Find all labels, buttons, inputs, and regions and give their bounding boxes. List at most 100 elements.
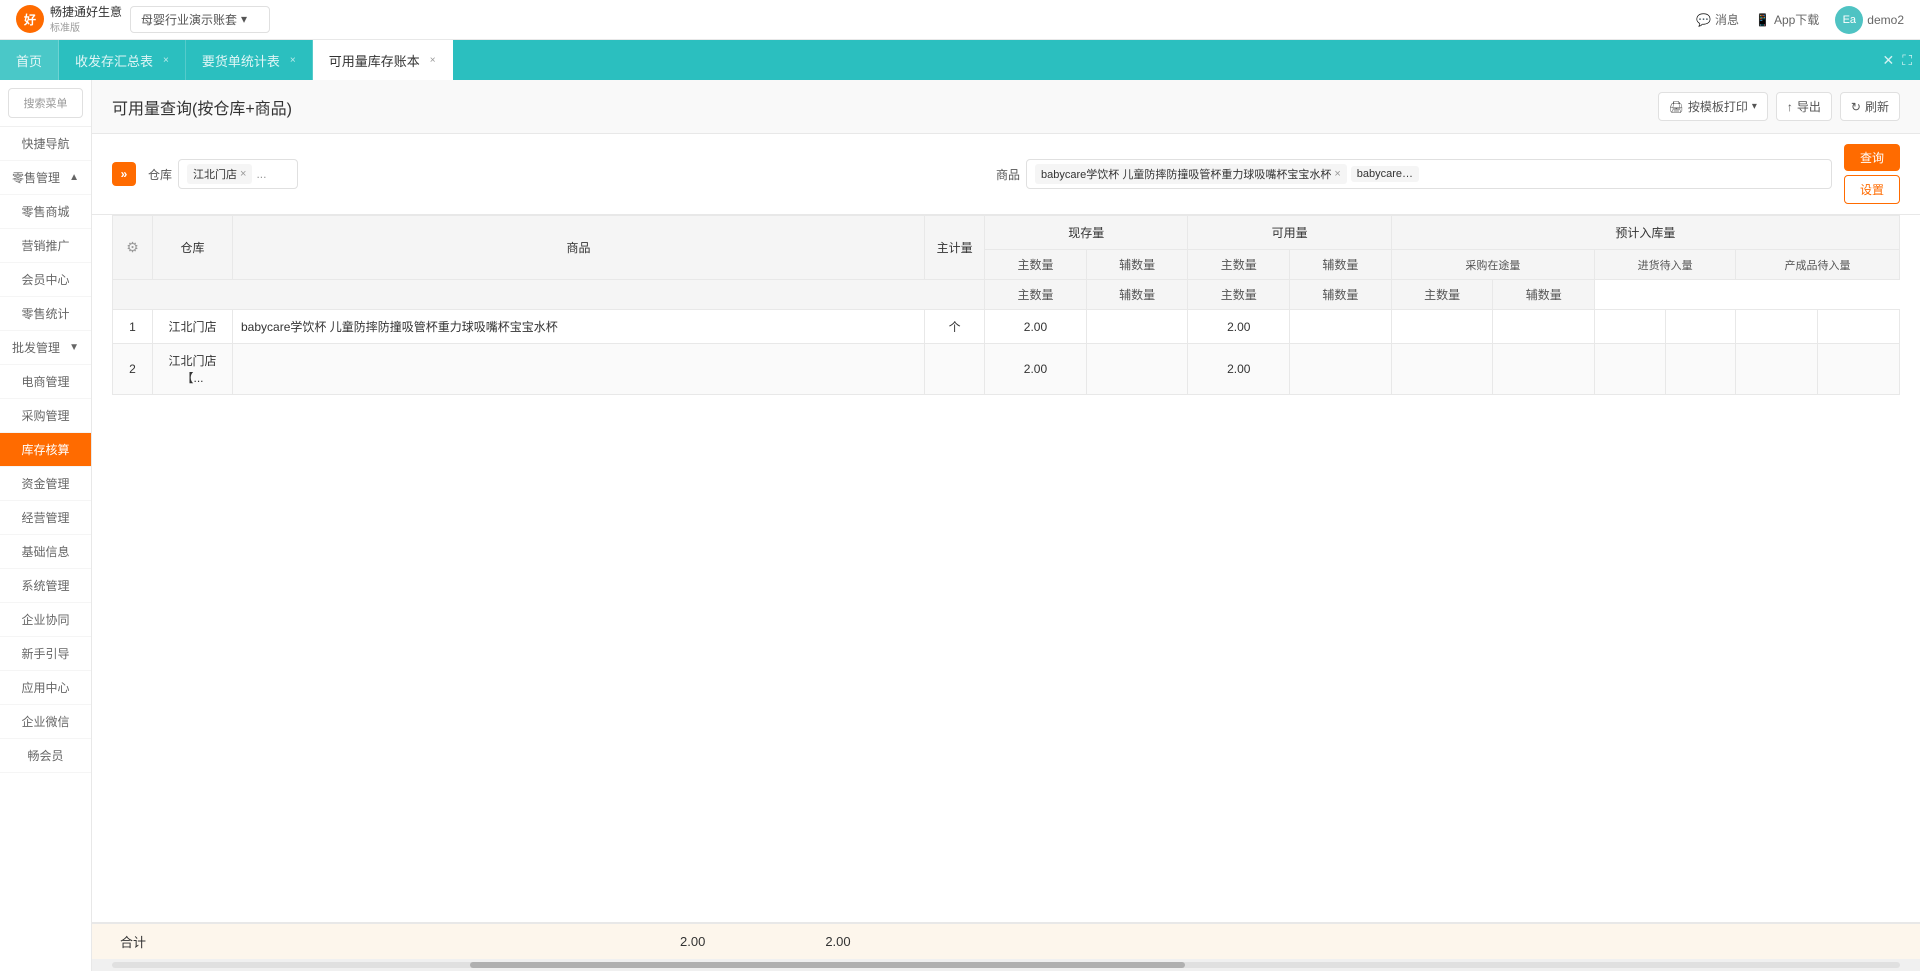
sidebar-item-库存核算[interactable]: 库存核算 [0, 433, 91, 467]
tab-spacer [453, 40, 1875, 80]
sidebar-item-采购管理[interactable]: 采购管理 [0, 399, 91, 433]
col-purchase-aux: 辅数量 [1086, 280, 1188, 310]
col-finished-main: 主数量 [1391, 280, 1493, 310]
footer-available-total: 2.00 [825, 934, 850, 949]
warehouse-tag: 江北门店 × [187, 164, 252, 184]
tab-close-0[interactable]: × [163, 55, 169, 66]
tab-要货单统计表[interactable]: 要货单统计表 × [186, 40, 313, 80]
maximize-icon[interactable]: ⛶ [1902, 52, 1912, 69]
cell-unit-2 [925, 344, 985, 395]
sidebar-item-企业协同[interactable]: 企业协同 [0, 603, 91, 637]
product-tag-1-text: babycare学饮杯 儿童防摔防撞吸管杯重力球吸嘴杯宝宝水杯 [1041, 166, 1331, 182]
expand-filter-btn[interactable]: » [112, 162, 136, 186]
sidebar-item-新手引导[interactable]: 新手引导 [0, 637, 91, 671]
chevron-icon-零售管理: ▲ [69, 172, 79, 183]
export-btn[interactable]: ↑ 导出 [1776, 92, 1832, 121]
warehouse-tag-text: 江北门店 [193, 166, 237, 182]
col-incoming-aux: 辅数量 [1290, 280, 1392, 310]
close-window-icon[interactable]: ✕ [1882, 52, 1894, 69]
cell-incoming-main-1 [1595, 310, 1666, 344]
col-warehouse-header: 仓库 [153, 216, 233, 280]
sidebar-item-零售商城[interactable]: 零售商城 [0, 195, 91, 229]
sidebar-label-电商管理: 电商管理 [21, 373, 69, 390]
message-action[interactable]: 💬 消息 [1696, 11, 1739, 28]
col-incoming-main: 主数量 [1188, 280, 1290, 310]
sidebar-item-经营管理[interactable]: 经营管理 [0, 501, 91, 535]
sidebar-label-会员中心: 会员中心 [21, 271, 69, 288]
sidebar-item-零售统计[interactable]: 零售统计 [0, 297, 91, 331]
logo-area[interactable]: 好 畅捷通好生意 标准版 [16, 5, 122, 34]
sidebar-item-企业微信[interactable]: 企业微信 [0, 705, 91, 739]
cell-purchase-main-1 [1391, 310, 1493, 344]
product-input[interactable]: babycare学饮杯 儿童防摔防撞吸管杯重力球吸嘴杯宝宝水杯 × babyca… [1026, 159, 1832, 189]
col-current-stock-header: 现存量 [985, 216, 1188, 250]
sidebar-label-零售管理: 零售管理 [12, 169, 60, 186]
refresh-btn[interactable]: ↻ 刷新 [1840, 92, 1900, 121]
refresh-icon: ↻ [1851, 100, 1861, 114]
avatar: Ea [1835, 6, 1863, 34]
sidebar-item-畅会员[interactable]: 畅会员 [0, 739, 91, 773]
sidebar-item-应用中心[interactable]: 应用中心 [0, 671, 91, 705]
sidebar-item-批发管理[interactable]: 批发管理 ▼ [0, 331, 91, 365]
cell-incoming-main-2 [1595, 344, 1666, 395]
sidebar-label-零售商城: 零售商城 [21, 203, 69, 220]
cell-finished-main-1 [1736, 310, 1818, 344]
cell-avail-main-1: 2.00 [1188, 310, 1290, 344]
sidebar-item-零售管理[interactable]: 零售管理 ▲ [0, 161, 91, 195]
sidebar-item-电商管理[interactable]: 电商管理 [0, 365, 91, 399]
action-buttons: 查询 设置 [1844, 144, 1900, 204]
sidebar-label-畅会员: 畅会员 [27, 747, 63, 764]
product-tag-1-close[interactable]: × [1334, 168, 1340, 180]
query-btn[interactable]: 查询 [1844, 144, 1900, 171]
col-product-header: 商品 [233, 216, 925, 280]
sidebar-item-会员中心[interactable]: 会员中心 [0, 263, 91, 297]
refresh-label: 刷新 [1865, 98, 1889, 115]
download-action[interactable]: 📱 App下载 [1755, 11, 1819, 28]
tab-close-1[interactable]: × [290, 55, 296, 66]
tab-label-0: 收发存汇总表 [75, 51, 153, 70]
cell-unit-1: 个 [925, 310, 985, 344]
warehouse-tag-close[interactable]: × [240, 168, 246, 180]
logo-sub: 标准版 [50, 19, 122, 34]
page-header: 可用量查询(按仓库+商品) 🖨 按模板打印 ▾ ↑ 导出 ↻ 刷新 [92, 80, 1920, 134]
settings-icon[interactable]: ⚙ [126, 239, 139, 255]
tab-close-2[interactable]: × [430, 55, 436, 66]
scrollbar-track[interactable] [112, 962, 1900, 968]
sidebar-label-零售统计: 零售统计 [21, 305, 69, 322]
tab-home[interactable]: 首页 [0, 40, 59, 80]
tab-收发存汇总表[interactable]: 收发存汇总表 × [59, 40, 186, 80]
table-row: 1 江北门店 babycare学饮杯 儿童防摔防撞吸管杯重力球吸嘴杯宝宝水杯 个… [113, 310, 1900, 344]
col-current-aux: 辅数量 [1086, 250, 1188, 280]
warehouse-label: 仓库 [148, 166, 172, 183]
print-label: 按模板打印 [1688, 98, 1748, 115]
cell-purchase-aux-1 [1493, 310, 1595, 344]
col-avail-main: 主数量 [1188, 250, 1290, 280]
settings-btn[interactable]: 设置 [1844, 175, 1900, 204]
table-body: 1 江北门店 babycare学饮杯 儿童防摔防撞吸管杯重力球吸嘴杯宝宝水杯 个… [113, 310, 1900, 395]
print-icon: 🖨 [1669, 100, 1684, 114]
sidebar-item-基础信息[interactable]: 基础信息 [0, 535, 91, 569]
sidebar-item-quick-nav[interactable]: 快捷导航 [0, 127, 91, 161]
search-menu-btn[interactable]: 搜索菜单 [8, 88, 83, 118]
cell-product-2 [233, 344, 925, 395]
sidebar-item-系统管理[interactable]: 系统管理 [0, 569, 91, 603]
chevron-icon-批发管理: ▼ [69, 342, 79, 353]
warehouse-ellipsis[interactable]: ... [256, 167, 266, 181]
filter-bar: » 仓库 江北门店 × ... 商品 babycare学饮杯 儿童防摔防撞吸管杯… [92, 134, 1920, 215]
export-icon: ↑ [1787, 100, 1793, 114]
username: demo2 [1867, 13, 1904, 27]
tab-可用量库存账本[interactable]: 可用量库存账本 × [313, 40, 453, 80]
industry-selector[interactable]: 母婴行业演示账套 ▾ [130, 6, 270, 33]
warehouse-input[interactable]: 江北门店 × ... [178, 159, 298, 189]
col-settings[interactable]: ⚙ [113, 216, 153, 280]
cell-current-main-2: 2.00 [985, 344, 1087, 395]
sidebar-item-资金管理[interactable]: 资金管理 [0, 467, 91, 501]
scrollbar-thumb[interactable] [470, 962, 1185, 968]
col-purchase-main: 主数量 [985, 280, 1087, 310]
user-area[interactable]: Ea demo2 [1835, 6, 1904, 34]
sidebar-label-经营管理: 经营管理 [21, 509, 69, 526]
cell-finished-main-2 [1736, 344, 1818, 395]
sidebar-item-营销推广[interactable]: 营销推广 [0, 229, 91, 263]
industry-label: 母婴行业演示账套 [141, 11, 237, 28]
print-template-btn[interactable]: 🖨 按模板打印 ▾ [1658, 92, 1768, 121]
